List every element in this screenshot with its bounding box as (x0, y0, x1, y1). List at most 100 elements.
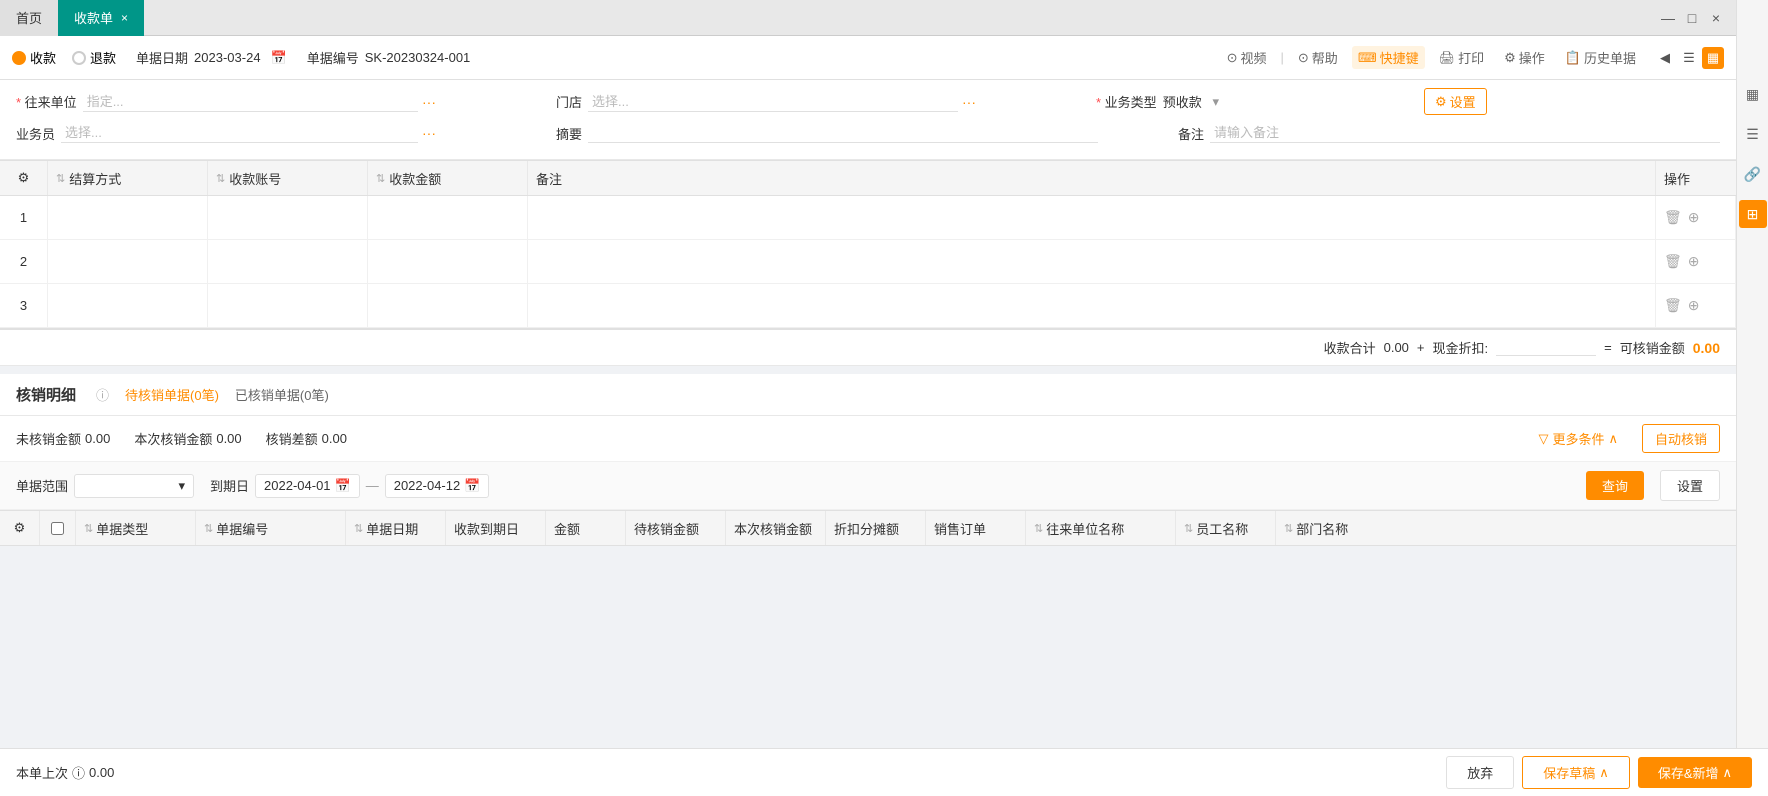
close-button[interactable]: × (1708, 10, 1724, 26)
toolbar: 收款 退款 单据日期 2023-03-24 📅 单据编号 SK-20230324… (0, 36, 1736, 80)
diff-value: 0.00 (322, 431, 347, 446)
biz-type-dropdown[interactable]: ▾ (1206, 92, 1226, 112)
right-panel-expand-icon[interactable]: ⊞ (1739, 200, 1767, 228)
copy-icon-2[interactable]: ⊕ (1688, 253, 1700, 270)
shop-input[interactable] (588, 92, 958, 112)
settings-button[interactable]: ⚙ 设置 (1424, 88, 1487, 115)
help-button[interactable]: ⊙ 帮助 (1292, 46, 1344, 69)
print-button[interactable]: 🖨 打印 (1433, 46, 1491, 69)
right-panel-table-icon[interactable]: ▦ (1739, 80, 1767, 108)
partner-ellipsis[interactable]: ··· (422, 94, 436, 110)
ops-icon: ⚙ (1504, 50, 1516, 66)
remark-input[interactable] (1210, 123, 1720, 143)
date-from-picker[interactable]: 2022-04-01 📅 (255, 474, 360, 498)
staff-ellipsis[interactable]: ··· (422, 125, 436, 141)
right-panel-list-icon[interactable]: ☰ (1739, 120, 1767, 148)
bth-sale-label: 销售订单 (934, 519, 986, 538)
calendar-from-icon: 📅 (335, 478, 351, 494)
number-value[interactable]: SK-20230324-001 (365, 50, 471, 65)
receipt-table: ⚙ ⇅ 结算方式 ⇅ 收款账号 ⇅ 收款金额 备注 操作 1 (0, 160, 1736, 330)
tab-receipt[interactable]: 收款单 × (58, 0, 144, 36)
td-settlement-2[interactable] (48, 240, 208, 283)
abandon-button[interactable]: 放弃 (1446, 756, 1514, 789)
save-new-label: 保存&新增 (1658, 763, 1719, 782)
history-button[interactable]: 📋 历史单据 (1559, 46, 1642, 69)
bth-type-label: 单据类型 (96, 519, 148, 538)
delete-icon-1[interactable]: 🗑 (1664, 209, 1682, 226)
right-panel-link-icon[interactable]: 🔗 (1739, 160, 1767, 188)
footer-info-icon[interactable]: ⓘ (72, 763, 85, 782)
print-label: 打印 (1458, 48, 1484, 67)
date-value[interactable]: 2023-03-24 (194, 50, 261, 65)
auto-clear-button[interactable]: 自动核销 (1642, 424, 1720, 453)
filter-settings-button[interactable]: 设置 (1660, 470, 1720, 501)
bth-discount: 折扣分摊额 (826, 511, 926, 545)
draft-button[interactable]: 保存草稿 ∧ (1522, 756, 1630, 789)
shortcut-icon: ⌨ (1358, 50, 1377, 66)
td-remark-1[interactable] (528, 196, 1656, 239)
shop-ellipsis[interactable]: ··· (962, 94, 976, 110)
td-remark-2[interactable] (528, 240, 1656, 283)
done-tab-link[interactable]: 已核销单据(0笔) (235, 385, 329, 404)
more-conditions-button[interactable]: ▽ 更多条件 ∧ (1538, 429, 1618, 448)
refund-radio-dot (72, 51, 86, 65)
td-settlement-3[interactable] (48, 284, 208, 327)
save-new-chevron-icon: ∧ (1722, 765, 1732, 781)
section-title: 核销明细 (16, 384, 76, 405)
select-all-checkbox[interactable] (51, 522, 64, 535)
grid-view-button[interactable]: ▦ (1702, 47, 1724, 69)
range-select[interactable]: ▾ (74, 474, 194, 498)
td-remark-3[interactable] (528, 284, 1656, 327)
td-account-1[interactable] (208, 196, 368, 239)
tab-receipt-close[interactable]: × (121, 11, 128, 25)
td-amount-3[interactable] (368, 284, 528, 327)
form-area: 往来单位 ··· 门店 ··· 业务类型 预收款 ▾ ⚙ 设置 (0, 80, 1736, 160)
query-button[interactable]: 查询 (1586, 471, 1644, 500)
table-header: ⚙ ⇅ 结算方式 ⇅ 收款账号 ⇅ 收款金额 备注 操作 (0, 160, 1736, 196)
sort-amount-icon: ⇅ (376, 172, 385, 185)
th-settlement: ⇅ 结算方式 (48, 161, 208, 195)
receipt-radio[interactable]: 收款 (12, 48, 56, 67)
date-field: 单据日期 2023-03-24 📅 (136, 48, 287, 67)
video-button[interactable]: ⊙ 视频 (1221, 46, 1273, 69)
delete-icon-3[interactable]: 🗑 (1664, 297, 1682, 314)
date-to-picker[interactable]: 2022-04-12 📅 (385, 474, 490, 498)
copy-icon-3[interactable]: ⊕ (1688, 297, 1700, 314)
td-amount-2[interactable] (368, 240, 528, 283)
bth-current: 本次核销金额 (726, 511, 826, 545)
copy-icon-1[interactable]: ⊕ (1688, 209, 1700, 226)
discount-input[interactable] (1496, 340, 1596, 356)
bth-gear[interactable]: ⚙ (0, 511, 40, 545)
ops-button[interactable]: ⚙ 操作 (1498, 46, 1551, 69)
save-new-button[interactable]: 保存&新增 ∧ (1638, 757, 1752, 788)
td-account-2[interactable] (208, 240, 368, 283)
staff-input[interactable] (61, 123, 418, 143)
info-icon[interactable]: ⓘ (96, 385, 109, 404)
calendar-to-icon: 📅 (464, 478, 480, 494)
plus-sign: + (1417, 340, 1425, 355)
summary-input[interactable] (588, 123, 1098, 143)
th-gear[interactable]: ⚙ (0, 161, 48, 195)
discount-label: 现金折扣: (1433, 338, 1489, 357)
pending-tab-link[interactable]: 待核销单据(0笔) (125, 385, 219, 404)
maximize-button[interactable]: □ (1684, 10, 1700, 26)
refund-label: 退款 (90, 48, 116, 67)
tab-home[interactable]: 首页 (0, 0, 58, 36)
table-row: 3 🗑 ⊕ (0, 284, 1736, 328)
nav-prev-button[interactable]: ◀ (1654, 47, 1676, 69)
bth-check[interactable] (40, 511, 76, 545)
refund-radio[interactable]: 退款 (72, 48, 116, 67)
bth-duedate: 收款到期日 (446, 511, 546, 545)
th-account: ⇅ 收款账号 (208, 161, 368, 195)
shortcut-button[interactable]: ⌨ 快捷键 (1352, 46, 1425, 69)
bth-pending: 待核销金额 (626, 511, 726, 545)
minimize-button[interactable]: — (1660, 10, 1676, 26)
th-remark: 备注 (528, 161, 1656, 195)
td-amount-1[interactable] (368, 196, 528, 239)
td-settlement-1[interactable] (48, 196, 208, 239)
partner-input[interactable] (83, 92, 418, 112)
calendar-icon[interactable]: 📅 (271, 50, 287, 66)
delete-icon-2[interactable]: 🗑 (1664, 253, 1682, 270)
td-account-3[interactable] (208, 284, 368, 327)
list-view-button[interactable]: ☰ (1678, 47, 1700, 69)
